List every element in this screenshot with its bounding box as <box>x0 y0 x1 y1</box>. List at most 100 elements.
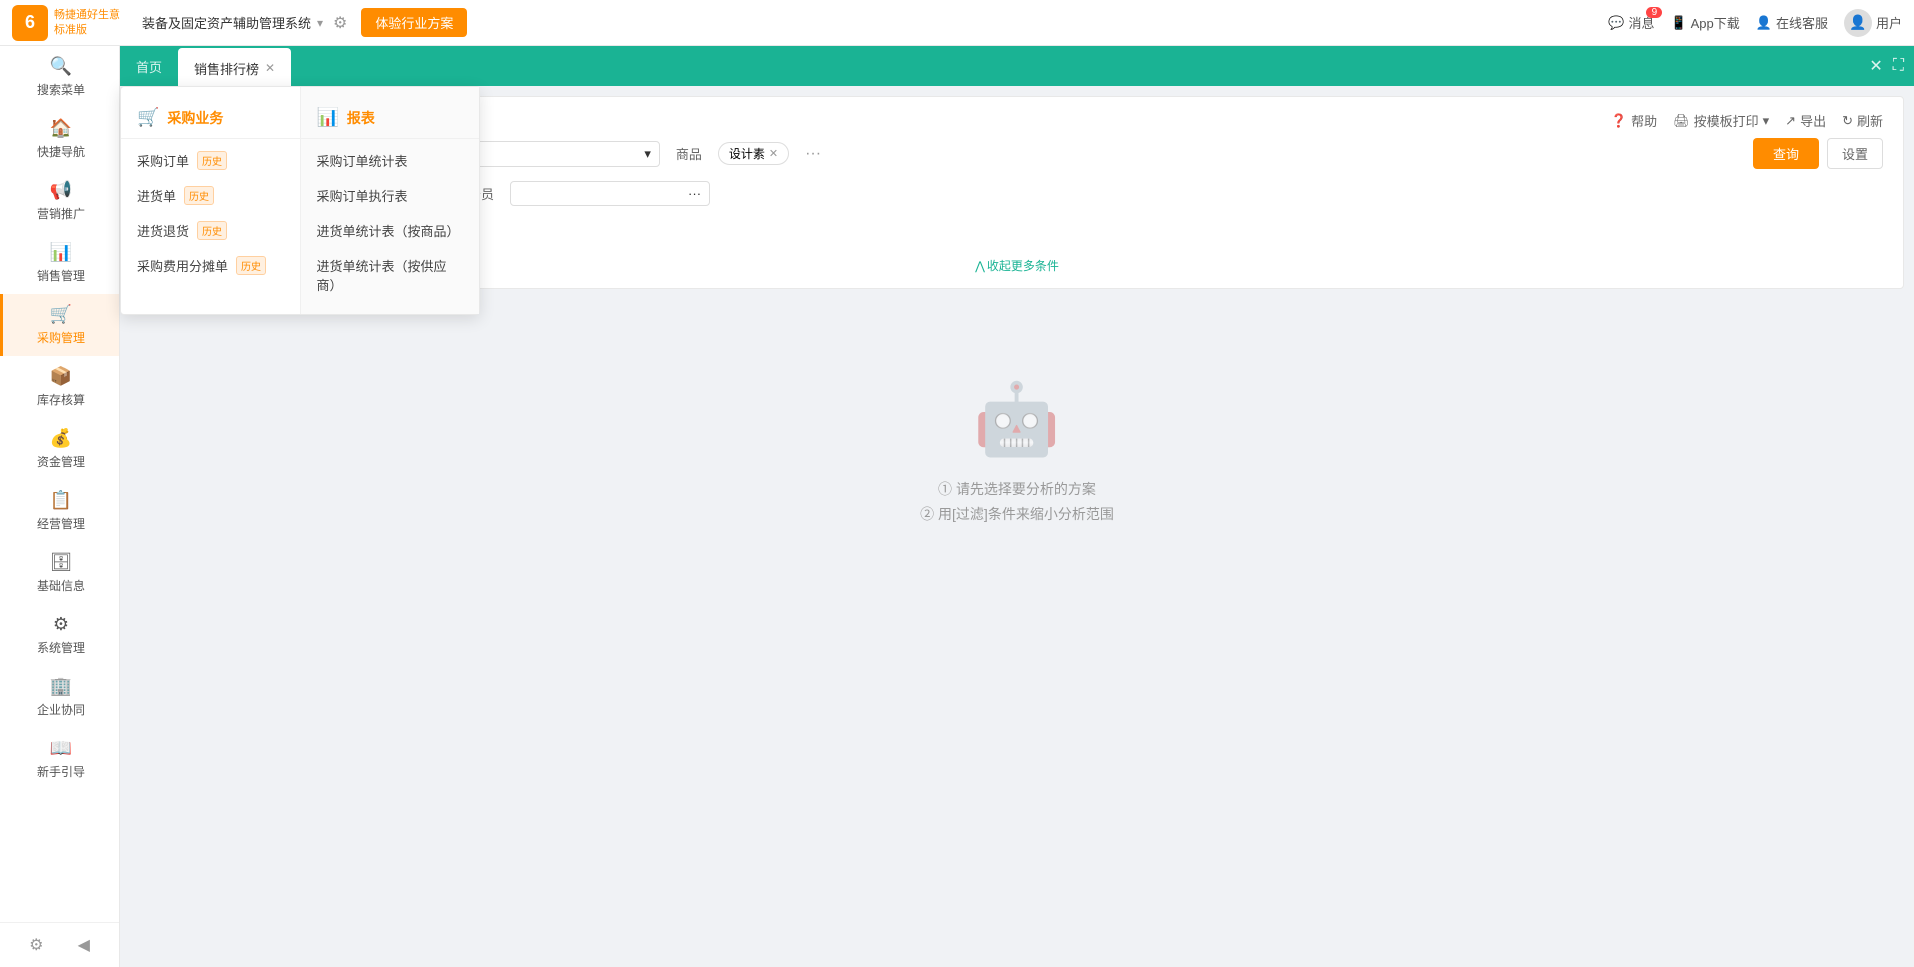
sidebar-label-enterprise: 企业协同 <box>37 701 85 718</box>
topbar-right: 💬 消息 9 📱 App下载 👤 在线客服 👤 用户 <box>1608 9 1902 37</box>
dropdown-label-instock-stat-supplier: 进货单统计表（按供应商） <box>317 256 464 294</box>
avatar: 👤 <box>1844 9 1872 37</box>
sidebar-label-finance: 资金管理 <box>37 453 85 470</box>
sidebar-label-purchase: 采购管理 <box>37 329 85 346</box>
logo-text: 畅捷通好生意 标准版 <box>54 8 120 37</box>
mobile-icon: 📱 <box>1670 15 1686 31</box>
operation-icon: 📋 <box>50 490 72 511</box>
logo-icon: 6 <box>12 5 48 41</box>
sidebar-label-search: 搜索菜单 <box>37 81 85 98</box>
sidebar-label-newbie: 新手引导 <box>37 763 85 780</box>
newbie-icon: 📖 <box>50 738 72 759</box>
dropdown-label-purchase-order-stat: 采购订单统计表 <box>317 151 408 170</box>
sidebar-item-inventory[interactable]: 📦 库存核算 <box>0 356 119 418</box>
purchase-header-title: 采购业务 <box>167 108 223 128</box>
sidebar-item-newbie[interactable]: 📖 新手引导 <box>0 728 119 790</box>
report-column: 📊 报表 采购订单统计表 采购订单执行表 进货单统计表（按商品） 进货单统计表（… <box>300 87 480 314</box>
tab-sales-rank[interactable]: 销售排行榜 ✕ <box>178 48 291 88</box>
purchase-dropdown-menu: 🛒 采购业务 采购订单 历史 进货单 历史 进货退货 历史 采购费用分摊单 历史… <box>120 86 480 315</box>
tabbar-right: ✕ ⛶ <box>1869 56 1914 76</box>
dropdown-item-instock-return[interactable]: 进货退货 历史 <box>121 213 300 248</box>
bottom-collapse-icon[interactable]: ◀ <box>78 935 90 955</box>
hist-badge-purchase-order: 历史 <box>197 151 227 170</box>
dropdown-item-purchase-order[interactable]: 采购订单 历史 <box>121 143 300 178</box>
dropdown-label-purchase-order: 采购订单 <box>137 151 189 170</box>
app-download-label: App下载 <box>1691 13 1740 32</box>
dropdown-label-instock-return: 进货退货 <box>137 221 189 240</box>
dropdown-item-purchase-order-stat[interactable]: 采购订单统计表 <box>301 143 480 178</box>
tab-close-icon[interactable]: ✕ <box>265 61 275 75</box>
sales-icon: 📊 <box>50 242 72 263</box>
sidebar-item-system[interactable]: ⚙ 系统管理 <box>0 604 119 666</box>
sidebar-label-system: 系统管理 <box>37 639 85 656</box>
topbar: 6 畅捷通好生意 标准版 装备及固定资产辅助管理系统 ▾ ⚙ 体验行业方案 💬 … <box>0 0 1914 46</box>
dropdown-item-instock-stat-goods[interactable]: 进货单统计表（按商品） <box>301 213 480 248</box>
home-icon: 🏠 <box>50 118 72 139</box>
system-name: 装备及固定资产辅助管理系统 <box>142 13 311 32</box>
tab-maximize-icon[interactable]: ⛶ <box>1893 57 1904 75</box>
sidebar-label-operation: 经营管理 <box>37 515 85 532</box>
sidebar-item-marketing[interactable]: 📢 营销推广 <box>0 170 119 232</box>
system-name-area: 装备及固定资产辅助管理系统 ▾ ⚙ 体验行业方案 <box>142 8 1598 37</box>
tab-close-all-icon[interactable]: ✕ <box>1869 56 1882 76</box>
dropdown-item-purchase-fee[interactable]: 采购费用分摊单 历史 <box>121 248 300 283</box>
system-dropdown-icon[interactable]: ▾ <box>317 16 323 30</box>
online-service-label: 在线客服 <box>1776 13 1828 32</box>
bottom-settings-icon[interactable]: ⚙ <box>29 935 43 955</box>
report-header-title: 报表 <box>347 108 375 128</box>
message-button[interactable]: 💬 消息 9 <box>1608 13 1654 32</box>
dropdown-label-instock-stat-goods: 进货单统计表（按商品） <box>317 221 460 240</box>
user-button[interactable]: 👤 用户 <box>1844 9 1902 37</box>
dropdown-label-purchase-fee: 采购费用分摊单 <box>137 256 228 275</box>
sidebar-item-sales[interactable]: 📊 销售管理 <box>0 232 119 294</box>
app-download-button[interactable]: 📱 App下载 <box>1670 13 1739 32</box>
logo-area: 6 畅捷通好生意 标准版 <box>12 5 132 41</box>
message-badge: 9 <box>1646 7 1662 18</box>
search-icon: 🔍 <box>50 56 72 77</box>
sidebar-bottom: ⚙ ◀ <box>0 922 119 967</box>
settings-icon[interactable]: ⚙ <box>333 13 347 33</box>
message-icon: 💬 <box>1608 15 1624 31</box>
tab-home[interactable]: 首页 <box>120 46 178 86</box>
service-icon: 👤 <box>1756 15 1772 31</box>
purchase-column-header: 🛒 采购业务 <box>121 99 300 139</box>
sidebar-item-search[interactable]: 🔍 搜索菜单 <box>0 46 119 108</box>
sidebar-label-sales: 销售管理 <box>37 267 85 284</box>
sidebar-item-finance[interactable]: 💰 资金管理 <box>0 418 119 480</box>
report-header-icon: 📊 <box>317 107 339 128</box>
marketing-icon: 📢 <box>50 180 72 201</box>
purchase-column: 🛒 采购业务 采购订单 历史 进货单 历史 进货退货 历史 采购费用分摊单 历史 <box>121 87 300 314</box>
user-label: 用户 <box>1876 13 1902 32</box>
inventory-icon: 📦 <box>50 366 72 387</box>
tab-home-label: 首页 <box>136 57 162 76</box>
enterprise-icon: 🏢 <box>50 676 72 697</box>
sidebar-item-enterprise[interactable]: 🏢 企业协同 <box>0 666 119 728</box>
purchase-icon: 🛒 <box>50 304 72 325</box>
sidebar-item-basic[interactable]: 🗄 基础信息 <box>0 542 119 604</box>
tabbar: 首页 销售排行榜 ✕ ✕ ⛶ <box>120 46 1914 86</box>
dropdown-item-purchase-order-exec[interactable]: 采购订单执行表 <box>301 178 480 213</box>
system-icon: ⚙ <box>53 614 69 635</box>
hist-badge-instock-return: 历史 <box>197 221 227 240</box>
sidebar-item-operation[interactable]: 📋 经营管理 <box>0 480 119 542</box>
dropdown-item-instock-stat-supplier[interactable]: 进货单统计表（按供应商） <box>301 248 480 302</box>
report-column-header: 📊 报表 <box>301 99 480 139</box>
hist-badge-purchase-fee: 历史 <box>236 256 266 275</box>
sidebar-item-quick[interactable]: 🏠 快捷导航 <box>0 108 119 170</box>
tab-sales-rank-label: 销售排行榜 <box>194 59 259 78</box>
finance-icon: 💰 <box>50 428 72 449</box>
sidebar: 🔍 搜索菜单 🏠 快捷导航 📢 营销推广 📊 销售管理 🛒 采购管理 📦 库存核… <box>0 46 120 967</box>
sidebar-label-marketing: 营销推广 <box>37 205 85 222</box>
sidebar-item-purchase[interactable]: 🛒 采购管理 <box>0 294 119 356</box>
purchase-header-icon: 🛒 <box>137 107 159 128</box>
dropdown-item-instock[interactable]: 进货单 历史 <box>121 178 300 213</box>
sidebar-label-inventory: 库存核算 <box>37 391 85 408</box>
sidebar-label-quick: 快捷导航 <box>37 143 85 160</box>
dropdown-label-instock: 进货单 <box>137 186 176 205</box>
online-service-button[interactable]: 👤 在线客服 <box>1756 13 1828 32</box>
basic-icon: 🗄 <box>50 552 73 573</box>
industry-button[interactable]: 体验行业方案 <box>361 8 467 37</box>
hist-badge-instock: 历史 <box>184 186 214 205</box>
dropdown-label-purchase-order-exec: 采购订单执行表 <box>317 186 408 205</box>
sidebar-label-basic: 基础信息 <box>37 577 85 594</box>
